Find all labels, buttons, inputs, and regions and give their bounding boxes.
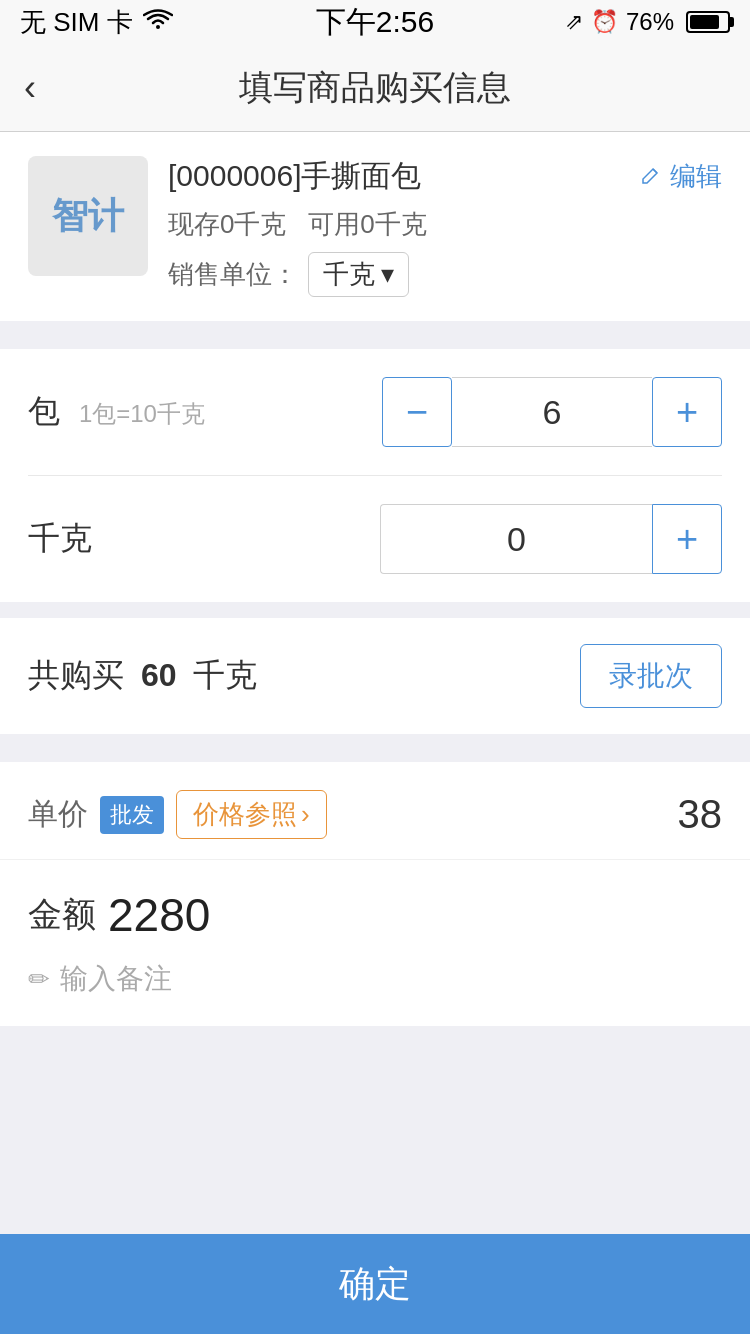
price-type-tag: 批发 xyxy=(100,796,164,834)
product-name: [0000006]手撕面包 xyxy=(168,156,421,197)
kg-label: 千克 xyxy=(28,517,380,561)
status-right: ⇗ ⏰ 76% xyxy=(565,8,730,36)
product-thumbnail: 智计 xyxy=(28,156,148,276)
bottom-spacer xyxy=(0,1026,750,1234)
confirm-bar[interactable]: 确定 xyxy=(0,1234,750,1334)
pack-hint: 1包=10千克 xyxy=(79,400,205,427)
amount-label: 金额 xyxy=(28,892,96,938)
carrier-label: 无 SIM 卡 xyxy=(20,5,133,40)
edit-label: 编辑 xyxy=(670,159,722,194)
section-divider-1 xyxy=(0,333,750,349)
pack-row: 包 1包=10千克 − + xyxy=(28,349,722,476)
section-divider-3 xyxy=(0,746,750,762)
total-section: 共购买 60 千克 录批次 xyxy=(0,618,750,734)
pack-increment-button[interactable]: + xyxy=(652,377,722,447)
back-button[interactable]: ‹ xyxy=(24,67,36,109)
unit-select[interactable]: 千克 ▾ xyxy=(308,252,409,297)
confirm-button[interactable]: 确定 xyxy=(339,1260,411,1309)
total-text: 共购买 60 千克 xyxy=(28,654,257,698)
total-amount: 60 xyxy=(141,657,177,693)
price-left: 单价 批发 价格参照 › xyxy=(28,790,327,839)
price-section: 单价 批发 价格参照 › 38 xyxy=(0,762,750,860)
price-value: 38 xyxy=(678,792,723,837)
price-ref-button[interactable]: 价格参照 › xyxy=(176,790,327,839)
status-bar: 无 SIM 卡 下午2:56 ⇗ ⏰ 76% xyxy=(0,0,750,44)
battery-icon xyxy=(686,11,730,33)
price-label: 单价 xyxy=(28,794,88,835)
chevron-right-icon: › xyxy=(301,799,310,830)
content-area: 智计 [0000006]手撕面包 编辑 现存0千克 可用0千克 xyxy=(0,132,750,1234)
location-icon: ⇗ xyxy=(565,9,583,35)
edit-button[interactable]: 编辑 xyxy=(640,159,722,194)
nav-bar: ‹ 填写商品购买信息 xyxy=(0,44,750,132)
product-logo: 智计 xyxy=(52,192,124,241)
note-row[interactable]: ✏ 输入备注 xyxy=(28,960,722,998)
product-unit-row: 销售单位： 千克 ▾ xyxy=(168,252,722,297)
pack-qty-input[interactable] xyxy=(452,377,652,447)
kg-qty-controls: + xyxy=(380,504,722,574)
wifi-icon xyxy=(143,7,173,38)
kg-qty-input[interactable] xyxy=(380,504,652,574)
quantity-section: 包 1包=10千克 − + 千克 + xyxy=(0,349,750,602)
batch-button[interactable]: 录批次 xyxy=(580,644,722,708)
note-icon: ✏ xyxy=(28,964,50,995)
amount-row: 金额 2280 xyxy=(28,888,722,942)
section-divider-2 xyxy=(0,602,750,618)
product-card: 智计 [0000006]手撕面包 编辑 现存0千克 可用0千克 xyxy=(0,132,750,321)
note-placeholder: 输入备注 xyxy=(60,960,172,998)
page-title: 填写商品购买信息 xyxy=(239,65,511,111)
product-name-row: [0000006]手撕面包 编辑 xyxy=(168,156,722,197)
pack-qty-controls: − + xyxy=(382,377,722,447)
kg-increment-button[interactable]: + xyxy=(652,504,722,574)
pack-label: 包 1包=10千克 xyxy=(28,390,382,434)
status-left: 无 SIM 卡 xyxy=(20,5,173,40)
chevron-down-icon: ▾ xyxy=(381,259,394,290)
product-stock: 现存0千克 可用0千克 xyxy=(168,207,722,242)
amount-value: 2280 xyxy=(108,888,210,942)
alarm-icon: ⏰ xyxy=(591,9,618,35)
amount-section: 金额 2280 ✏ 输入备注 xyxy=(0,860,750,1026)
pack-decrement-button[interactable]: − xyxy=(382,377,452,447)
status-time: 下午2:56 xyxy=(316,2,434,43)
battery-percent: 76% xyxy=(626,8,674,36)
product-info: [0000006]手撕面包 编辑 现存0千克 可用0千克 销售单位： 千克 xyxy=(168,156,722,297)
kg-row: 千克 + xyxy=(28,476,722,602)
